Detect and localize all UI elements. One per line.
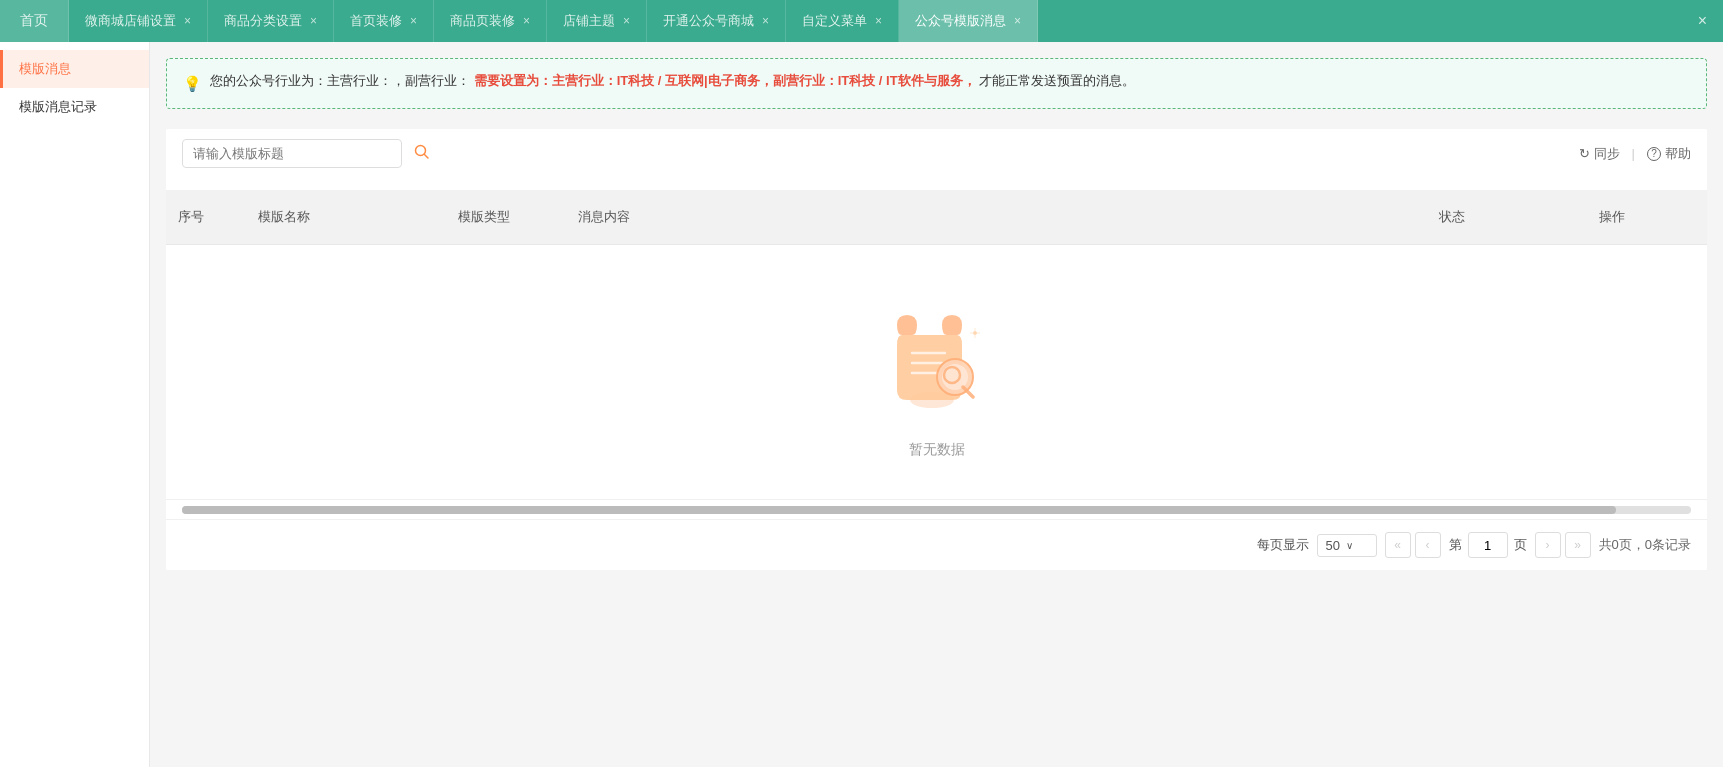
empty-state: 暂无数据 [166,245,1707,499]
close-product-decoration-icon[interactable]: × [523,15,530,27]
page-nav: « ‹ [1385,532,1441,558]
close-category-settings-icon[interactable]: × [310,15,317,27]
tab-home[interactable]: 首页 [0,0,69,42]
notice-highlight: 需要设置为：主营行业：IT科技 / 互联网|电子商务，副营行业：IT科技 / I… [474,73,976,88]
tab-store-settings-label: 微商城店铺设置 [85,12,176,30]
sidebar-item-template-message-record[interactable]: 模版消息记录 [0,88,149,126]
tab-custom-menu[interactable]: 自定义菜单 × [786,0,899,42]
th-action: 操作 [1587,200,1707,234]
total-info: 共0页，0条记录 [1599,536,1691,554]
tab-store-theme-label: 店铺主题 [563,12,615,30]
tab-home-decoration[interactable]: 首页装修 × [334,0,434,42]
tab-home-label: 首页 [20,12,48,30]
search-icon [414,146,430,163]
prev-page-button[interactable]: ‹ [1415,532,1441,558]
sidebar-item-template-message-record-label: 模版消息记录 [19,99,97,114]
tab-template-message-label: 公众号模版消息 [915,12,1006,30]
tab-home-decoration-label: 首页装修 [350,12,402,30]
sidebar: 模版消息 模版消息记录 [0,42,150,767]
tab-custom-menu-label: 自定义菜单 [802,12,867,30]
tab-template-message[interactable]: 公众号模版消息 × [899,0,1038,42]
tab-bar: 首页 微商城店铺设置 × 商品分类设置 × 首页装修 × 商品页装修 × 店铺主… [0,0,1723,42]
notice-suffix: 才能正常发送预置的消息。 [979,73,1135,88]
first-page-button[interactable]: « [1385,532,1411,558]
chevron-down-icon: ∨ [1346,540,1353,551]
first-page-icon: « [1394,538,1401,552]
close-open-wechat-icon[interactable]: × [762,15,769,27]
notice-banner: 💡 您的公众号行业为：主营行业：，副营行业： 需要设置为：主营行业：IT科技 /… [166,58,1707,109]
pagination: 每页显示 50 ∨ « ‹ 第 页 [166,519,1707,570]
page-size-label: 每页显示 [1257,536,1309,554]
notice-icon: 💡 [183,72,202,96]
tab-product-decoration-label: 商品页装修 [450,12,515,30]
notice-text: 您的公众号行业为：主营行业：，副营行业： 需要设置为：主营行业：IT科技 / 互… [210,71,1135,92]
help-button[interactable]: ? 帮助 [1647,145,1691,163]
close-store-theme-icon[interactable]: × [623,15,630,27]
close-all-button[interactable]: × [1682,12,1723,30]
scrollbar-area[interactable] [166,499,1707,519]
sync-button[interactable]: ↻ 同步 [1579,145,1620,163]
horizontal-scrollbar[interactable] [182,506,1691,514]
tab-open-wechat-label: 开通公众号商城 [663,12,754,30]
tab-category-settings[interactable]: 商品分类设置 × [208,0,334,42]
th-name: 模版名称 [246,200,446,234]
tab-product-decoration[interactable]: 商品页装修 × [434,0,547,42]
help-label: 帮助 [1665,145,1691,163]
last-page-icon: » [1574,538,1581,552]
page-size-value: 50 [1326,538,1340,553]
empty-text: 暂无数据 [909,441,965,459]
th-seq: 序号 [166,200,246,234]
search-input[interactable] [182,139,402,168]
sync-icon: ↻ [1579,146,1590,161]
sidebar-item-template-message-label: 模版消息 [19,61,71,76]
th-status: 状态 [1427,200,1587,234]
search-right: ↻ 同步 | ? 帮助 [1579,145,1691,163]
page-label2: 页 [1514,536,1527,554]
th-type: 模版类型 [446,200,566,234]
tab-store-settings[interactable]: 微商城店铺设置 × [69,0,208,42]
empty-icon [877,305,997,425]
content-area: 💡 您的公众号行业为：主营行业：，副营行业： 需要设置为：主营行业：IT科技 /… [150,42,1723,767]
next-page-button[interactable]: › [1535,532,1561,558]
search-button[interactable] [410,140,434,168]
divider: | [1632,146,1635,161]
table-header: 序号 模版名称 模版类型 消息内容 状态 操作 [166,190,1707,245]
sync-label: 同步 [1594,145,1620,163]
search-bar: ↻ 同步 | ? 帮助 [166,129,1707,178]
page-size-select[interactable]: 50 ∨ [1317,534,1377,557]
th-content: 消息内容 [566,200,1427,234]
main-layout: 模版消息 模版消息记录 💡 您的公众号行业为：主营行业：，副营行业： 需要设置为… [0,42,1723,767]
close-store-settings-icon[interactable]: × [184,15,191,27]
last-page-button[interactable]: » [1565,532,1591,558]
table-container: ↻ 同步 | ? 帮助 序号 模版名称 模版类型 消息内容 状态 操作 [166,129,1707,570]
help-circle-icon: ? [1647,147,1661,161]
next-page-icon: › [1546,538,1550,552]
page-input: 第 页 [1449,532,1527,558]
notice-prefix: 您的公众号行业为：主营行业：，副营行业： [210,73,470,88]
close-template-message-icon[interactable]: × [1014,15,1021,27]
tab-category-settings-label: 商品分类设置 [224,12,302,30]
page-nav-next: › » [1535,532,1591,558]
svg-line-1 [425,154,429,158]
page-number-input[interactable] [1468,532,1508,558]
page-label: 第 [1449,536,1462,554]
close-custom-menu-icon[interactable]: × [875,15,882,27]
prev-page-icon: ‹ [1426,538,1430,552]
search-left [182,139,434,168]
tab-open-wechat[interactable]: 开通公众号商城 × [647,0,786,42]
scrollbar-thumb[interactable] [182,506,1616,514]
close-home-decoration-icon[interactable]: × [410,15,417,27]
tab-store-theme[interactable]: 店铺主题 × [547,0,647,42]
sidebar-item-template-message[interactable]: 模版消息 [0,50,149,88]
